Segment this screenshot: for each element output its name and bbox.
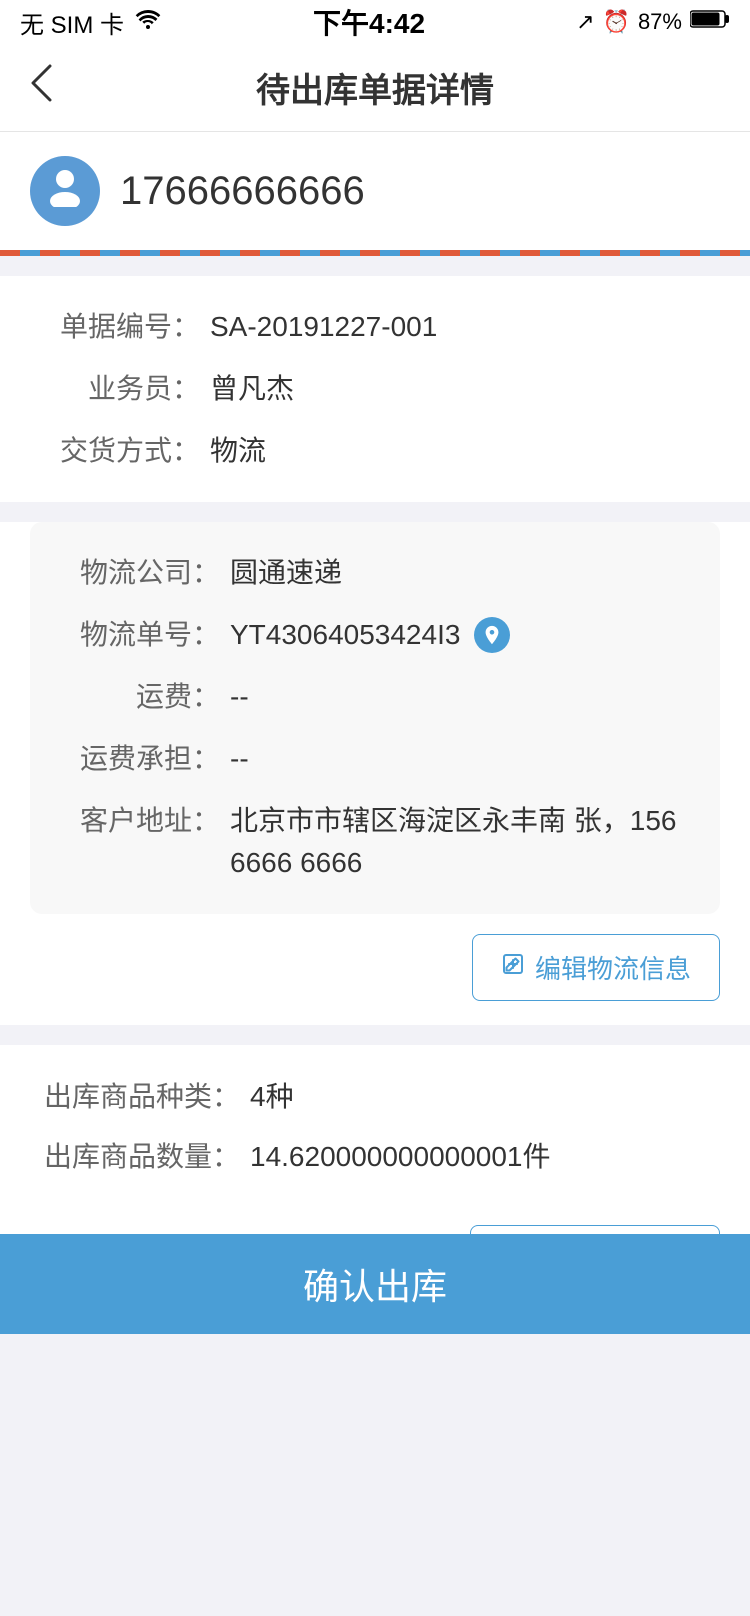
address-label: 客户地址： bbox=[60, 800, 220, 842]
document-number-value: SA-20191227-001 bbox=[210, 306, 710, 348]
status-bar: 无 SIM 卡 下午4:42 ↗ ⏰ 87% bbox=[0, 0, 750, 44]
dashed-divider bbox=[0, 250, 750, 256]
wifi-icon bbox=[134, 8, 162, 36]
agent-value: 曾凡杰 bbox=[210, 368, 710, 410]
status-left: 无 SIM 卡 bbox=[20, 5, 162, 40]
delivery-label: 交货方式： bbox=[40, 430, 200, 472]
person-icon bbox=[44, 165, 86, 217]
alarm-icon: ⏰ bbox=[603, 9, 630, 35]
agent-row: 业务员： 曾凡杰 bbox=[40, 368, 710, 410]
agent-label: 业务员： bbox=[40, 368, 200, 410]
edit-logistics-label: 编辑物流信息 bbox=[535, 949, 691, 986]
status-right: ↗ ⏰ 87% bbox=[576, 9, 730, 35]
logistics-company-label: 物流公司： bbox=[60, 552, 220, 594]
logistics-tracking-row: 物流单号： YT43064053424I3 bbox=[60, 614, 690, 656]
freight-row: 运费： -- bbox=[60, 676, 690, 718]
section-separator-1 bbox=[0, 1025, 750, 1045]
nav-bar: 待出库单据详情 bbox=[0, 44, 750, 132]
tracking-location-icon[interactable] bbox=[474, 617, 510, 653]
goods-type-label: 出库商品种类： bbox=[40, 1075, 240, 1115]
address-value: 北京市市辖区海淀区永丰南 张，156 6666 6666 bbox=[230, 800, 690, 884]
goods-type-value: 4种 bbox=[250, 1075, 294, 1115]
delivery-row: 交货方式： 物流 bbox=[40, 430, 710, 472]
document-info-section: 单据编号： SA-20191227-001 业务员： 曾凡杰 交货方式： 物流 bbox=[0, 276, 750, 502]
logistics-tracking-value: YT43064053424I3 bbox=[230, 614, 690, 656]
logistics-card: 物流公司： 圆通速递 物流单号： YT43064053424I3 运费： -- … bbox=[30, 522, 720, 914]
goods-quantity-row: 出库商品数量： 14.620000000000001件 bbox=[40, 1135, 710, 1175]
freight-bearer-label: 运费承担： bbox=[60, 738, 220, 780]
freight-bearer-value: -- bbox=[230, 738, 690, 780]
freight-label: 运费： bbox=[60, 676, 220, 718]
goods-quantity-value: 14.620000000000001件 bbox=[250, 1135, 551, 1175]
avatar bbox=[30, 156, 100, 226]
battery-label: 87% bbox=[638, 9, 682, 35]
goods-quantity-label: 出库商品数量： bbox=[40, 1135, 240, 1175]
logistics-company-value: 圆通速递 bbox=[230, 552, 690, 594]
location-status-icon: ↗ bbox=[576, 9, 594, 35]
page-title: 待出库单据详情 bbox=[256, 63, 494, 112]
edit-icon bbox=[501, 952, 525, 983]
sim-label: 无 SIM 卡 bbox=[20, 5, 124, 40]
back-button[interactable] bbox=[30, 64, 52, 111]
document-number-row: 单据编号： SA-20191227-001 bbox=[40, 306, 710, 348]
empty-space bbox=[0, 1316, 750, 1516]
phone-section: 17666666666 bbox=[0, 132, 750, 250]
logistics-tracking-label: 物流单号： bbox=[60, 614, 220, 656]
document-number-label: 单据编号： bbox=[40, 306, 200, 348]
address-row: 客户地址： 北京市市辖区海淀区永丰南 张，156 6666 6666 bbox=[60, 800, 690, 884]
logistics-company-row: 物流公司： 圆通速递 bbox=[60, 552, 690, 594]
status-time: 下午4:42 bbox=[313, 2, 425, 42]
confirm-button-label: 确认出库 bbox=[303, 1258, 447, 1310]
edit-btn-row: 编辑物流信息 bbox=[0, 914, 750, 1025]
delivery-value: 物流 bbox=[210, 430, 710, 472]
customer-phone: 17666666666 bbox=[120, 169, 365, 214]
goods-section: 出库商品种类： 4种 出库商品数量： 14.620000000000001件 bbox=[0, 1045, 750, 1205]
battery-icon bbox=[690, 9, 730, 35]
freight-bearer-row: 运费承担： -- bbox=[60, 738, 690, 780]
edit-logistics-button[interactable]: 编辑物流信息 bbox=[472, 934, 720, 1001]
goods-type-row: 出库商品种类： 4种 bbox=[40, 1075, 710, 1115]
freight-value: -- bbox=[230, 676, 690, 718]
confirm-button[interactable]: 确认出库 bbox=[0, 1234, 750, 1334]
